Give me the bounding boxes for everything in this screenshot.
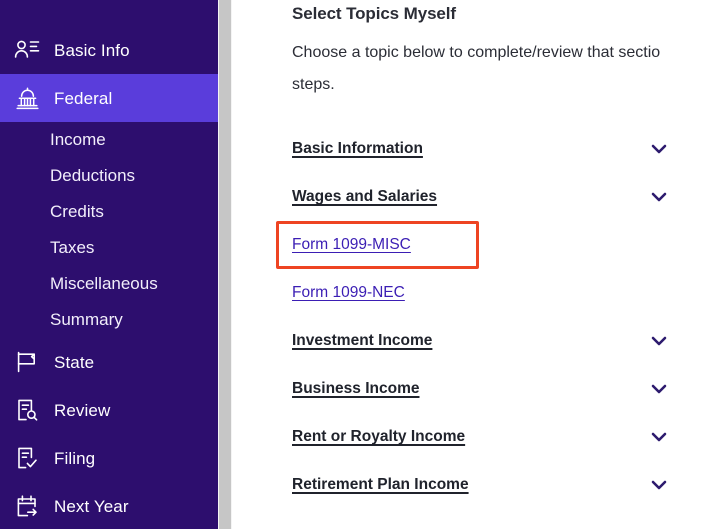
main-content: Select Topics Myself Choose a topic belo… <box>232 0 724 529</box>
document-check-icon <box>12 443 42 473</box>
sidebar-item-next-year[interactable]: Next Year <box>0 482 218 529</box>
topic-list: Basic Information Wages and Salaries For… <box>276 125 712 509</box>
flag-icon <box>12 347 42 377</box>
sub-link-row-form-1099-nec[interactable]: Form 1099-NEC <box>292 269 712 317</box>
chevron-down-icon[interactable] <box>650 476 668 494</box>
sidebar-item-taxes[interactable]: Taxes <box>0 230 218 266</box>
topic-label[interactable]: Wages and Salaries <box>292 188 437 206</box>
sidebar-item-credits[interactable]: Credits <box>0 194 218 230</box>
chevron-down-icon[interactable] <box>650 428 668 446</box>
sidebar-scrollbar-thumb[interactable] <box>219 0 231 529</box>
sidebar-item-state[interactable]: State <box>0 338 218 386</box>
sidebar-item-basic-info[interactable]: Basic Info <box>0 26 218 74</box>
sidebar-subitem-label: Income <box>50 130 106 149</box>
app-window: Basic Info Federal Income Deductions Cre… <box>0 0 724 529</box>
sidebar-item-federal[interactable]: Federal <box>0 74 218 122</box>
sidebar-subitem-label: Deductions <box>50 166 136 185</box>
sub-link-row-form-1099-misc[interactable]: Form 1099-MISC <box>276 221 479 269</box>
sidebar-item-summary[interactable]: Summary <box>0 302 218 338</box>
form-1099-misc-link[interactable]: Form 1099-MISC <box>292 236 411 254</box>
topic-row-wages-and-salaries[interactable]: Wages and Salaries <box>292 173 692 221</box>
chevron-down-icon[interactable] <box>650 140 668 158</box>
chevron-down-icon[interactable] <box>650 332 668 350</box>
sidebar-subitem-label: Miscellaneous <box>50 274 158 293</box>
topic-label[interactable]: Investment Income <box>292 332 432 350</box>
sidebar-item-miscellaneous[interactable]: Miscellaneous <box>0 266 218 302</box>
sidebar-item-filing[interactable]: Filing <box>0 434 218 482</box>
topic-label[interactable]: Basic Information <box>292 140 423 158</box>
topic-label[interactable]: Business Income <box>292 380 420 398</box>
intro-line-2: steps. <box>292 76 335 93</box>
contact-card-icon <box>12 35 42 65</box>
document-search-icon <box>12 395 42 425</box>
topic-row-investment-income[interactable]: Investment Income <box>292 317 692 365</box>
intro-text: Choose a topic below to complete/review … <box>292 37 724 101</box>
chevron-down-icon[interactable] <box>650 188 668 206</box>
sidebar-scrollbar-track[interactable] <box>218 0 232 529</box>
chevron-down-icon[interactable] <box>650 380 668 398</box>
sidebar-item-label: State <box>54 352 95 372</box>
page-title: Select Topics Myself <box>292 4 456 23</box>
topic-row-business-income[interactable]: Business Income <box>292 365 692 413</box>
intro-line-1: Choose a topic below to complete/review … <box>292 44 661 61</box>
sidebar-item-income[interactable]: Income <box>0 122 218 158</box>
sidebar-navigation: Basic Info Federal Income Deductions Cre… <box>0 0 218 529</box>
sidebar-subitem-label: Credits <box>50 202 104 221</box>
sidebar-subitem-label: Taxes <box>50 238 95 257</box>
sidebar-item-label: Basic Info <box>54 40 130 60</box>
topic-row-retirement-plan-income[interactable]: Retirement Plan Income <box>292 461 692 509</box>
topic-row-basic-information[interactable]: Basic Information <box>292 125 692 173</box>
form-1099-nec-link[interactable]: Form 1099-NEC <box>292 284 405 302</box>
sidebar-item-label: Federal <box>54 88 113 108</box>
sidebar-item-label: Filing <box>54 448 96 468</box>
sidebar-item-review[interactable]: Review <box>0 386 218 434</box>
calendar-arrow-icon <box>12 491 42 521</box>
sidebar-item-label: Next Year <box>54 496 129 516</box>
capitol-building-icon <box>12 83 42 113</box>
topic-row-rent-or-royalty-income[interactable]: Rent or Royalty Income <box>292 413 692 461</box>
topic-label[interactable]: Rent or Royalty Income <box>292 428 465 446</box>
sidebar-subitem-label: Summary <box>50 310 123 329</box>
topic-label[interactable]: Retirement Plan Income <box>292 476 469 494</box>
sidebar-item-deductions[interactable]: Deductions <box>0 158 218 194</box>
sidebar-item-label: Review <box>54 400 111 420</box>
